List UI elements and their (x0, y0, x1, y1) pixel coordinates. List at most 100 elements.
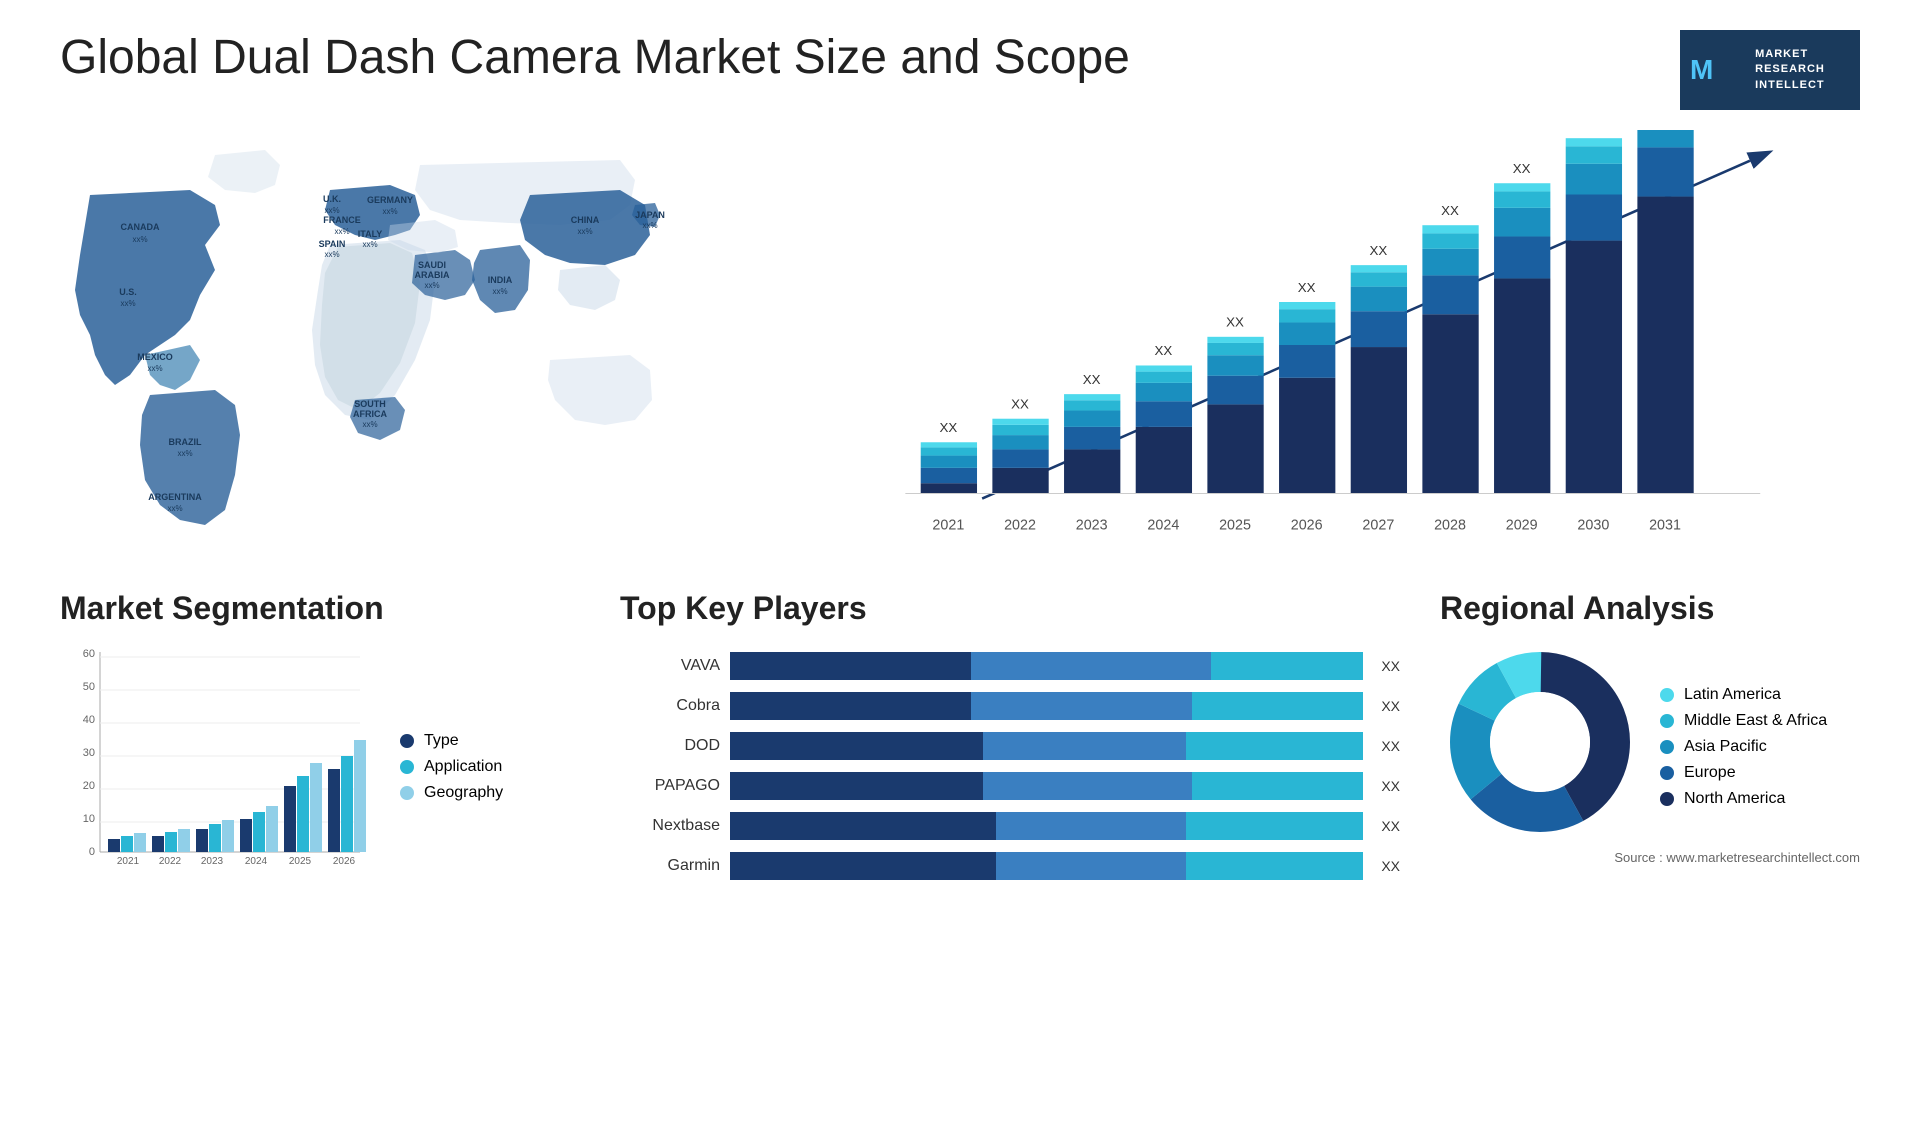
svg-text:xx%: xx% (334, 227, 349, 236)
source-text: Source : www.marketresearchintellect.com (1440, 850, 1860, 865)
svg-text:GERMANY: GERMANY (367, 195, 413, 205)
regional-legend: Latin America Middle East & Africa Asia … (1660, 686, 1827, 808)
svg-text:2031: 2031 (1649, 517, 1681, 533)
player-row-cobra: Cobra XX (620, 692, 1400, 720)
svg-text:XX: XX (1083, 372, 1101, 387)
svg-text:MEXICO: MEXICO (137, 352, 173, 362)
svg-text:SPAIN: SPAIN (319, 239, 346, 249)
player-row-dod: DOD XX (620, 732, 1400, 760)
svg-text:XX: XX (1298, 280, 1316, 295)
svg-text:XX: XX (1226, 315, 1244, 330)
svg-text:ITALY: ITALY (358, 229, 383, 239)
svg-text:xx%: xx% (120, 299, 135, 308)
legend-north-america: North America (1660, 790, 1827, 808)
svg-text:50: 50 (83, 681, 95, 693)
svg-text:FRANCE: FRANCE (323, 215, 361, 225)
svg-text:U.S.: U.S. (119, 287, 137, 297)
player-xx-vava: XX (1381, 658, 1400, 674)
svg-text:JAPAN: JAPAN (635, 210, 665, 220)
svg-text:2022: 2022 (159, 856, 182, 867)
player-row-garmin: Garmin XX (620, 852, 1400, 880)
legend-latin-dot (1660, 688, 1674, 702)
player-bar-cobra (730, 692, 1363, 720)
svg-text:SOUTH: SOUTH (354, 399, 386, 409)
svg-text:AFRICA: AFRICA (353, 409, 387, 419)
svg-text:0: 0 (89, 846, 95, 858)
bar-seg-3 (1186, 852, 1363, 880)
svg-text:xx%: xx% (362, 420, 377, 429)
bar-seg-3 (1211, 652, 1363, 680)
bottom-section: Market Segmentation 0 10 20 30 40 50 60 (60, 590, 1860, 902)
legend-mea: Middle East & Africa (1660, 712, 1827, 730)
logo-text: MARKET RESEARCH INTELLECT (1755, 47, 1825, 93)
legend-type-dot (400, 734, 414, 748)
svg-text:xx%: xx% (324, 206, 339, 215)
svg-text:xx%: xx% (424, 281, 439, 290)
players-list: VAVA XX Cobra XX (620, 642, 1400, 902)
legend-apac-dot (1660, 740, 1674, 754)
svg-text:2025: 2025 (289, 856, 312, 867)
legend-application: Application (400, 758, 503, 776)
bar-seg-1 (730, 772, 983, 800)
svg-text:60: 60 (83, 648, 95, 660)
svg-text:2022: 2022 (1004, 517, 1036, 533)
svg-text:U.K.: U.K. (323, 194, 341, 204)
svg-text:XX: XX (939, 420, 957, 435)
svg-text:2028: 2028 (1434, 517, 1466, 533)
svg-text:2025: 2025 (1219, 517, 1251, 533)
svg-text:XX: XX (1154, 343, 1172, 358)
bar-seg-2 (996, 812, 1186, 840)
legend-asia-pacific: Asia Pacific (1660, 738, 1827, 756)
bar-seg-1 (730, 852, 996, 880)
svg-text:2024: 2024 (1147, 517, 1179, 533)
bar-seg-2 (971, 652, 1212, 680)
svg-text:2026: 2026 (1291, 517, 1323, 533)
player-name-papago: PAPAGO (620, 777, 720, 795)
svg-text:xx%: xx% (132, 235, 147, 244)
bar-chart: XX 2021 XX 2022 XX 2023 (780, 130, 1860, 560)
player-name-nextbase: Nextbase (620, 817, 720, 835)
player-xx-dod: XX (1381, 738, 1400, 754)
player-name-garmin: Garmin (620, 857, 720, 875)
seg-chart-area: 0 10 20 30 40 50 60 (60, 642, 580, 882)
svg-text:xx%: xx% (167, 504, 182, 513)
svg-text:ARGENTINA: ARGENTINA (148, 492, 202, 502)
svg-text:2024: 2024 (245, 856, 268, 867)
player-bar-garmin (730, 852, 1363, 880)
svg-text:2023: 2023 (201, 856, 224, 867)
svg-text:40: 40 (83, 714, 95, 726)
header: Global Dual Dash Camera Market Size and … (60, 30, 1860, 110)
regional-section: Regional Analysis (1440, 590, 1860, 865)
legend-type: Type (400, 732, 503, 750)
bar-seg-1 (730, 812, 996, 840)
key-players-title: Top Key Players (620, 590, 1400, 627)
bar-seg-3 (1186, 732, 1363, 760)
player-name-vava: VAVA (620, 657, 720, 675)
svg-text:xx%: xx% (382, 207, 397, 216)
svg-text:XX: XX (1441, 203, 1459, 218)
key-players-section: Top Key Players VAVA XX Cobra (620, 590, 1400, 902)
legend-application-dot (400, 760, 414, 774)
bar-seg-2 (971, 692, 1193, 720)
donut-chart-svg (1440, 642, 1640, 842)
logo-letter: M (1690, 54, 1713, 86)
legend-na-dot (1660, 792, 1674, 806)
player-xx-papago: XX (1381, 778, 1400, 794)
legend-latin-america: Latin America (1660, 686, 1827, 704)
player-row-vava: VAVA XX (620, 652, 1400, 680)
regional-title: Regional Analysis (1440, 590, 1860, 627)
svg-text:xx%: xx% (642, 221, 657, 230)
bar-seg-3 (1192, 772, 1363, 800)
player-row-nextbase: Nextbase XX (620, 812, 1400, 840)
legend-europe: Europe (1660, 764, 1827, 782)
player-bar-papago (730, 772, 1363, 800)
player-row-papago: PAPAGO XX (620, 772, 1400, 800)
svg-text:xx%: xx% (177, 449, 192, 458)
logo: M MARKET RESEARCH INTELLECT (1680, 30, 1860, 110)
bar-chart-svg: XX 2021 XX 2022 XX 2023 (780, 130, 1860, 560)
seg-legend: Type Application Geography (400, 732, 503, 802)
svg-text:2029: 2029 (1506, 517, 1538, 533)
seg-chart-svg: 0 10 20 30 40 50 60 (60, 642, 380, 882)
svg-text:INDIA: INDIA (488, 275, 513, 285)
player-bar-nextbase (730, 812, 1363, 840)
